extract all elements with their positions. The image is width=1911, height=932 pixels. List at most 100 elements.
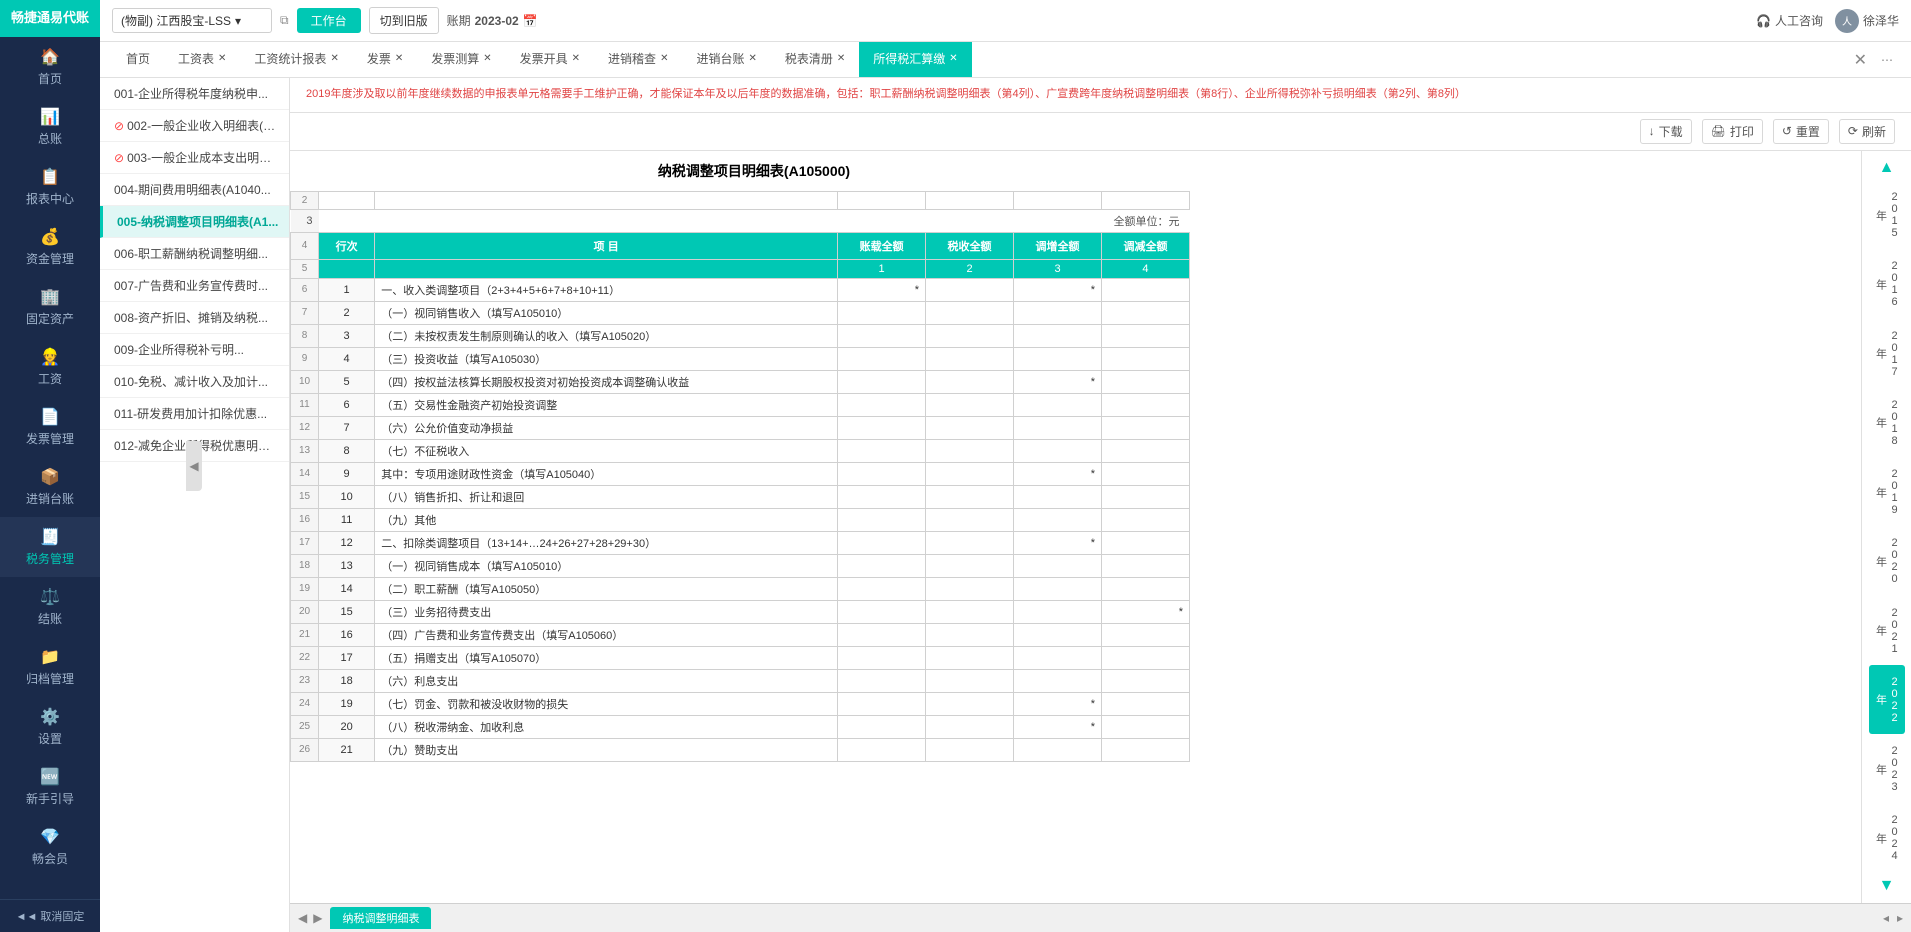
hang-ci-cell[interactable]: 5 xyxy=(319,370,375,393)
e-cell[interactable] xyxy=(1014,485,1102,508)
e-cell[interactable] xyxy=(1014,439,1102,462)
year-item-2016年[interactable]: 2016年 xyxy=(1869,250,1905,319)
d-cell[interactable] xyxy=(926,485,1014,508)
item-label-cell[interactable]: （七）罚金、罚款和被没收财物的损失 xyxy=(375,692,838,715)
d-cell[interactable] xyxy=(926,531,1014,554)
e-cell[interactable]: * xyxy=(1014,531,1102,554)
f-cell[interactable] xyxy=(1101,324,1189,347)
f-cell[interactable]: * xyxy=(1101,600,1189,623)
tab-发票开具[interactable]: 发票开具 ✕ xyxy=(506,42,594,77)
c-cell[interactable] xyxy=(838,485,926,508)
f-cell[interactable] xyxy=(1101,715,1189,738)
hang-ci-cell[interactable]: 12 xyxy=(319,531,375,554)
unpin-sidebar-button[interactable]: ◄◄ 取消固定 xyxy=(0,899,100,932)
calendar-icon[interactable]: 📅 xyxy=(523,14,538,28)
e-cell[interactable]: * xyxy=(1014,462,1102,485)
reset-button[interactable]: ↺ 重置 xyxy=(1773,119,1829,144)
tab-close-icon[interactable]: ✕ xyxy=(572,53,580,64)
hang-ci-cell[interactable]: 21 xyxy=(319,738,375,761)
item-label-cell[interactable]: （九）赞助支出 xyxy=(375,738,838,761)
item-label-cell[interactable]: （四）广告费和业务宣传费支出（填写A105060） xyxy=(375,623,838,646)
left-panel-item[interactable]: 001-企业所得税年度纳税申... xyxy=(100,78,289,110)
tab-工资统计报表[interactable]: 工资统计报表 ✕ xyxy=(240,42,352,77)
e-cell[interactable]: * xyxy=(1014,692,1102,715)
c-cell[interactable] xyxy=(838,646,926,669)
e-cell[interactable] xyxy=(1014,416,1102,439)
c-cell[interactable] xyxy=(838,324,926,347)
item-label-cell[interactable]: （六）利息支出 xyxy=(375,669,838,692)
item-label-cell[interactable]: （五）交易性金融资产初始投资调整 xyxy=(375,393,838,416)
c-cell[interactable] xyxy=(838,531,926,554)
c-cell[interactable] xyxy=(838,669,926,692)
tab-close-icon[interactable]: ✕ xyxy=(218,53,226,64)
e-cell[interactable] xyxy=(1014,577,1102,600)
tab-close-icon[interactable]: ✕ xyxy=(949,53,957,64)
hang-ci-cell[interactable]: 13 xyxy=(319,554,375,577)
left-panel-item[interactable]: 006-职工薪酬纳税调整明细... xyxy=(100,238,289,270)
item-label-cell[interactable]: （二）未按权责发生制原则确认的收入（填写A105020） xyxy=(375,324,838,347)
e-cell[interactable] xyxy=(1014,623,1102,646)
left-panel-item[interactable]: 008-资产折旧、摊销及纳税... xyxy=(100,302,289,334)
company-selector[interactable]: (物副) 江西股宝-LSS ▾ xyxy=(112,8,272,33)
f-cell[interactable] xyxy=(1101,692,1189,715)
f-cell[interactable] xyxy=(1101,462,1189,485)
item-label-cell[interactable]: （二）职工薪酬（填写A105050） xyxy=(375,577,838,600)
e-cell[interactable] xyxy=(1014,347,1102,370)
c-cell[interactable] xyxy=(838,439,926,462)
hang-ci-cell[interactable]: 17 xyxy=(319,646,375,669)
item-label-cell[interactable]: （七）不征税收入 xyxy=(375,439,838,462)
e-cell[interactable]: * xyxy=(1014,278,1102,301)
refresh-button[interactable]: ⟳ 刷新 xyxy=(1839,119,1895,144)
left-panel-item[interactable]: ⊘002-一般企业收入明细表(A1... xyxy=(100,110,289,142)
service-button[interactable]: 🎧 人工咨询 xyxy=(1756,12,1823,29)
f-cell[interactable] xyxy=(1101,623,1189,646)
tab-工资表[interactable]: 工资表 ✕ xyxy=(164,42,240,77)
sidebar-item-资金管理[interactable]: 💰资金管理 xyxy=(0,217,100,277)
f-cell[interactable] xyxy=(1101,485,1189,508)
user-menu[interactable]: 人 徐泽华 xyxy=(1835,9,1899,33)
hang-ci-cell[interactable]: 19 xyxy=(319,692,375,715)
e-cell[interactable]: * xyxy=(1014,370,1102,393)
item-label-cell[interactable]: 二、扣除类调整项目（13+14+…24+26+27+28+29+30） xyxy=(375,531,838,554)
c-cell[interactable] xyxy=(838,393,926,416)
d-cell[interactable] xyxy=(926,577,1014,600)
hang-ci-cell[interactable]: 11 xyxy=(319,508,375,531)
sidebar-item-结账[interactable]: ⚖️结账 xyxy=(0,577,100,637)
year-item-2020年[interactable]: 2020年 xyxy=(1869,527,1905,596)
item-label-cell[interactable]: （六）公允价值变动净损益 xyxy=(375,416,838,439)
d-cell[interactable] xyxy=(926,692,1014,715)
hang-ci-cell[interactable]: 18 xyxy=(319,669,375,692)
f-cell[interactable] xyxy=(1101,301,1189,324)
tab-close-icon[interactable]: ✕ xyxy=(330,53,338,64)
sidebar-item-工资[interactable]: 👷工资 xyxy=(0,337,100,397)
d-cell[interactable] xyxy=(926,416,1014,439)
tab-进销台账[interactable]: 进销台账 ✕ xyxy=(682,42,770,77)
hang-ci-cell[interactable]: 20 xyxy=(319,715,375,738)
tab-进销稽查[interactable]: 进销稽查 ✕ xyxy=(594,42,682,77)
hang-ci-cell[interactable]: 1 xyxy=(319,278,375,301)
workbench-button[interactable]: 工作台 xyxy=(297,8,361,33)
e-cell[interactable] xyxy=(1014,393,1102,416)
d-cell[interactable] xyxy=(926,715,1014,738)
sidebar-item-固定资产[interactable]: 🏢固定资产 xyxy=(0,277,100,337)
item-label-cell[interactable]: （八）销售折扣、折让和退回 xyxy=(375,485,838,508)
year-down-button[interactable]: ▼ xyxy=(1875,873,1899,899)
c-cell[interactable] xyxy=(838,347,926,370)
tab-close-icon[interactable]: ✕ xyxy=(660,53,668,64)
tab-close-icon[interactable]: ✕ xyxy=(837,53,845,64)
d-cell[interactable] xyxy=(926,646,1014,669)
left-panel-item[interactable]: 010-免税、减计收入及加计... xyxy=(100,366,289,398)
f-cell[interactable] xyxy=(1101,370,1189,393)
hang-ci-cell[interactable]: 10 xyxy=(319,485,375,508)
tab-所得税汇算缴[interactable]: 所得税汇算缴 ✕ xyxy=(859,42,971,77)
f-cell[interactable] xyxy=(1101,439,1189,462)
f-cell[interactable] xyxy=(1101,347,1189,370)
e-cell[interactable] xyxy=(1014,600,1102,623)
c-cell[interactable] xyxy=(838,301,926,324)
e-cell[interactable] xyxy=(1014,554,1102,577)
f-cell[interactable] xyxy=(1101,531,1189,554)
hang-ci-cell[interactable]: 9 xyxy=(319,462,375,485)
year-item-2021年[interactable]: 2021年 xyxy=(1869,596,1905,665)
hang-ci-cell[interactable]: 16 xyxy=(319,623,375,646)
item-label-cell[interactable]: （三）投资收益（填写A105030） xyxy=(375,347,838,370)
